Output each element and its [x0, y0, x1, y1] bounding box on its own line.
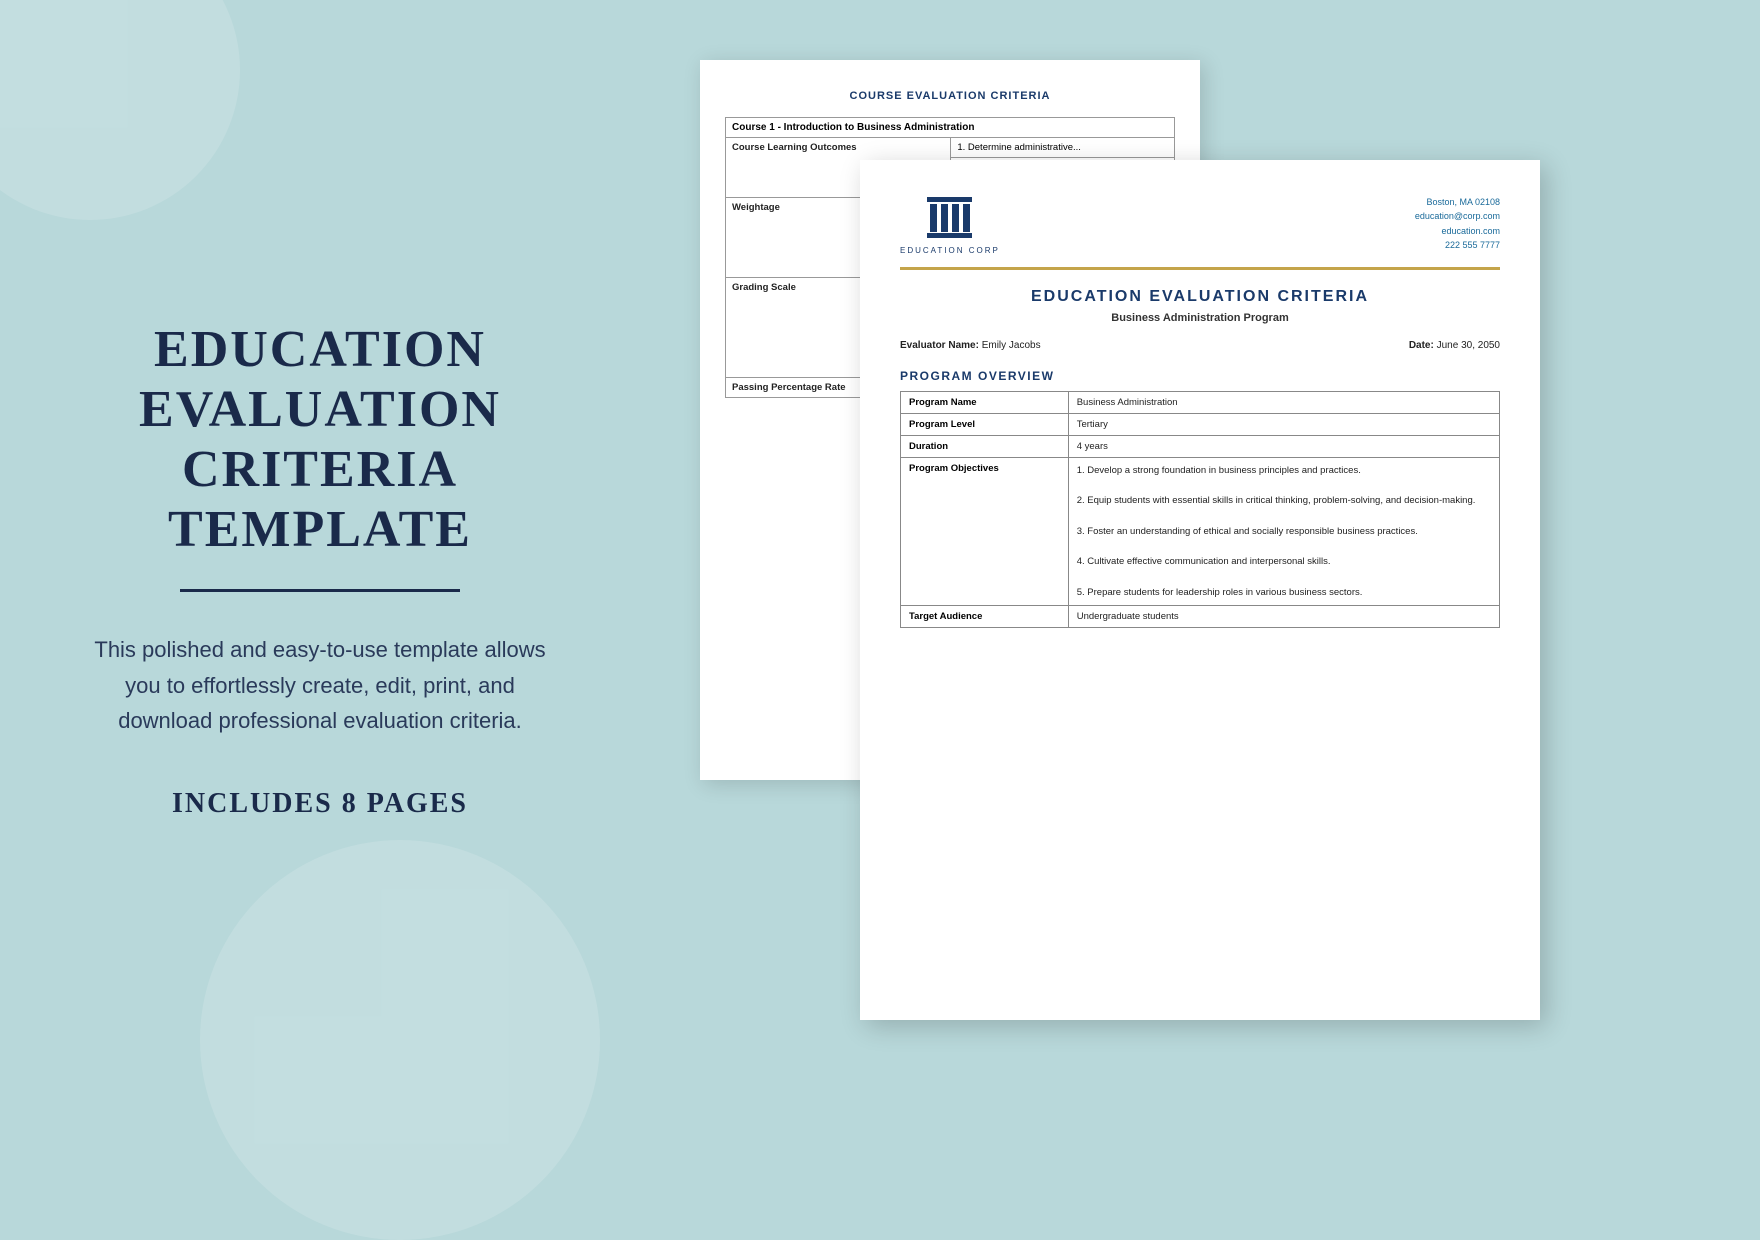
title-divider: [180, 589, 460, 592]
program-overview-table: Program Name Business Administration Pro…: [900, 391, 1500, 628]
table-row: Target Audience Undergraduate students: [901, 605, 1500, 627]
address: Boston, MA 02108: [1415, 195, 1500, 209]
logo-area: EDUCATION CORP: [900, 195, 1000, 255]
table-row: Program Level Tertiary: [901, 414, 1500, 436]
doc-back-title: COURSE EVALUATION CRITERIA: [725, 90, 1175, 102]
front-header: EDUCATION CORP Boston, MA 02108 educatio…: [900, 195, 1500, 270]
table-row: Program Objectives 1. Develop a strong f…: [901, 458, 1500, 606]
table-row: Course 1 - Introduction to Business Admi…: [726, 118, 1175, 138]
evaluator-name: Emily Jacobs: [982, 340, 1041, 351]
subtitle-text: This polished and easy-to-use template a…: [80, 632, 560, 738]
outcome-1: 1. Determine administrative...: [951, 138, 1175, 158]
evaluator-row: Evaluator Name: Emily Jacobs Date: June …: [900, 340, 1500, 351]
target-audience-label: Target Audience: [901, 605, 1069, 627]
date-label: Date:: [1409, 340, 1434, 351]
left-panel: EDUCATIONEVALUATION CRITERIATEMPLATE Thi…: [0, 0, 640, 1140]
date-value: June 30, 2050: [1437, 340, 1500, 351]
main-title: EDUCATIONEVALUATION CRITERIATEMPLATE: [80, 320, 560, 559]
objectives-label: Program Objectives: [901, 458, 1069, 606]
objectives-value: 1. Develop a strong foundation in busine…: [1068, 458, 1499, 606]
contact-info: Boston, MA 02108 education@corp.com educ…: [1415, 195, 1500, 253]
company-name: EDUCATION CORP: [900, 246, 1000, 255]
section-heading: PROGRAM OVERVIEW: [900, 369, 1500, 383]
phone: 222 555 7777: [1415, 238, 1500, 252]
company-logo-icon: [922, 195, 977, 240]
right-panel: COURSE EVALUATION CRITERIA Course 1 - In…: [640, 0, 1760, 1140]
front-sub-title: Business Administration Program: [900, 312, 1500, 324]
front-main-title: EDUCATION EVALUATION CRITERIA: [900, 288, 1500, 306]
table-row: Program Name Business Administration: [901, 392, 1500, 414]
table-row: Course Learning Outcomes 1. Determine ad…: [726, 138, 1175, 158]
evaluator-label: Evaluator Name:: [900, 340, 979, 351]
email: education@corp.com: [1415, 209, 1500, 223]
program-name-label: Program Name: [901, 392, 1069, 414]
duration-value: 4 years: [1068, 436, 1499, 458]
website: education.com: [1415, 224, 1500, 238]
includes-text: INCLUDES 8 PAGES: [172, 788, 468, 820]
target-audience-value: Undergraduate students: [1068, 605, 1499, 627]
duration-label: Duration: [901, 436, 1069, 458]
course-header: Course 1 - Introduction to Business Admi…: [726, 118, 1175, 138]
program-level-label: Program Level: [901, 414, 1069, 436]
evaluator-field: Evaluator Name: Emily Jacobs: [900, 340, 1041, 351]
table-row: Duration 4 years: [901, 436, 1500, 458]
program-name-value: Business Administration: [1068, 392, 1499, 414]
program-level-value: Tertiary: [1068, 414, 1499, 436]
doc-front: EDUCATION CORP Boston, MA 02108 educatio…: [860, 160, 1540, 1020]
date-field: Date: June 30, 2050: [1409, 340, 1500, 351]
